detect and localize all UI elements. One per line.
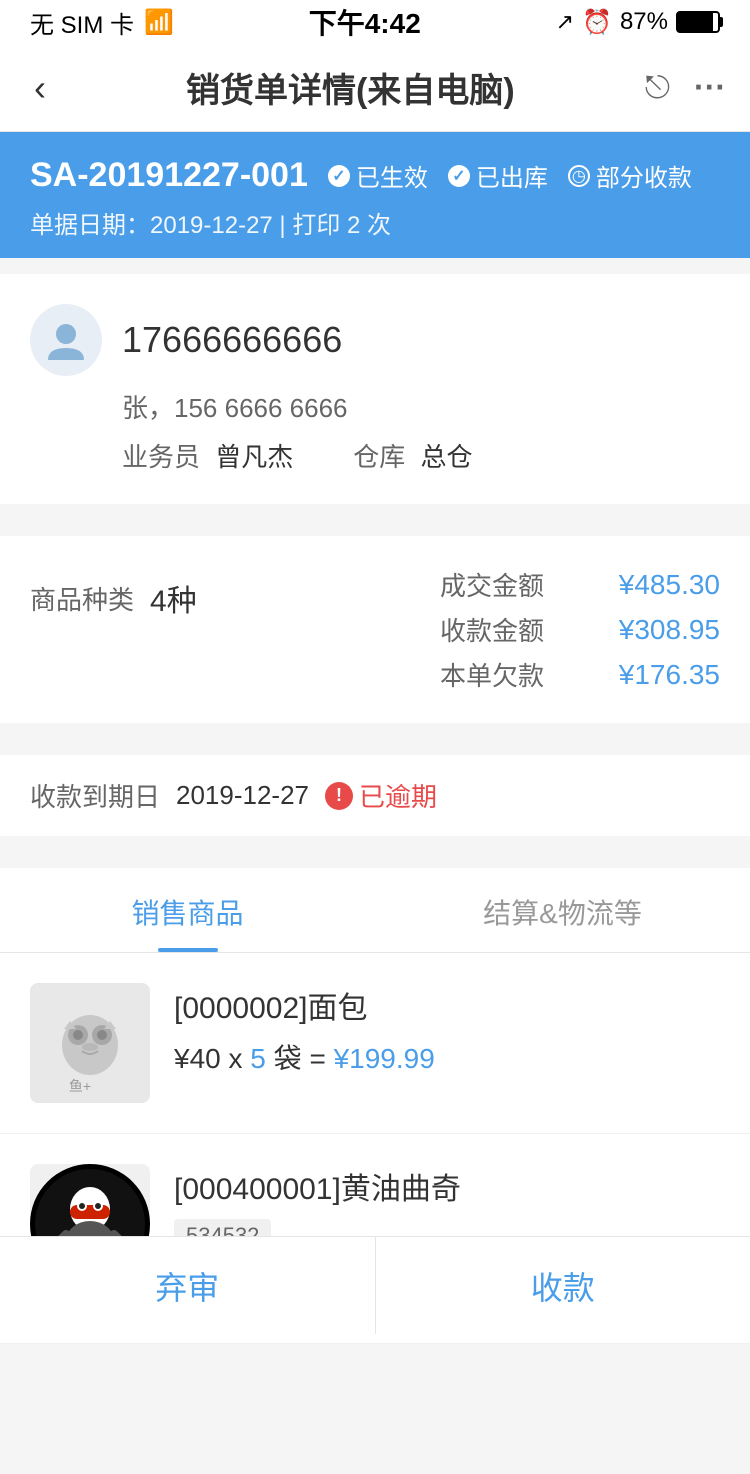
tabs: 销售商品 结算&物流等: [0, 868, 750, 953]
warehouse-label: 仓库: [353, 442, 405, 472]
amount-received: ¥308.95: [619, 614, 720, 646]
tab-sales-products[interactable]: 销售商品: [0, 868, 375, 952]
product-qty-1: 5: [250, 1043, 266, 1074]
bottom-spacer: [0, 1344, 750, 1474]
bottom-bar: 弃审 收款: [0, 1236, 750, 1334]
amount-total: ¥485.30: [619, 569, 720, 601]
order-header-banner: SA-20191227-001 ✓ 已生效 ✓ 已出库 ◷ 部分收款 单据日期：…: [0, 132, 750, 258]
product-total-1: ¥199.99: [334, 1043, 435, 1074]
amount-debt: ¥176.35: [619, 659, 720, 691]
more-button[interactable]: ···: [694, 69, 726, 106]
customer-card: 17666666666 张，156 6666 6666 业务员 曾凡杰 仓库 总…: [0, 274, 750, 504]
separator4: [0, 852, 750, 868]
overdue-icon: !: [325, 782, 353, 810]
customer-phone: 17666666666: [122, 319, 342, 361]
alarm-icon: ⏰: [582, 8, 612, 37]
separator2: [0, 520, 750, 536]
amount-info: 成交金额 ¥485.30 收款金额 ¥308.95 本单欠款 ¥176.35: [440, 566, 720, 693]
page-title: 销货单详情(来自电脑): [56, 63, 645, 112]
separator1: [0, 258, 750, 274]
wifi-icon: 📶: [144, 8, 174, 37]
product-price-1: ¥40 x 5 袋 = ¥199.99: [174, 1037, 720, 1077]
salesperson-label: 业务员: [122, 442, 200, 472]
separator3: [0, 739, 750, 755]
due-date-row: 收款到期日 2019-12-27 ! 已逾期: [0, 755, 750, 836]
salesperson-value: 曾凡杰: [215, 442, 293, 472]
battery-icon: [676, 11, 720, 33]
badge-partial-payment: ◷ 部分收款: [568, 158, 692, 193]
svg-text:鱼+: 鱼+: [69, 1078, 91, 1094]
due-date-value: 2019-12-27: [176, 780, 309, 811]
product-name-2: [000400001]黄油曲奇: [174, 1164, 720, 1208]
cancel-button[interactable]: 弃审: [0, 1237, 376, 1334]
overdue-badge: ! 已逾期: [325, 777, 437, 814]
doc-date: 单据日期：2019-12-27 | 打印 2 次: [30, 205, 720, 240]
summary-card: 商品种类 4种 成交金额 ¥485.30 收款金额 ¥308.95 本单欠款 ¥…: [0, 536, 750, 723]
due-date-label: 收款到期日: [30, 777, 160, 814]
back-button[interactable]: ‹: [24, 57, 56, 119]
nav-icon: ↗: [556, 9, 574, 35]
confirm-button[interactable]: 收款: [376, 1237, 750, 1334]
badge-effected: ✓ 已生效: [328, 158, 428, 193]
status-right: ↗ ⏰ 87%: [556, 8, 720, 37]
status-left: 无 SIM 卡 📶: [30, 5, 174, 40]
product-name-1: [0000002]面包: [174, 983, 720, 1027]
overdue-text: 已逾期: [359, 777, 437, 814]
amount-row-debt: 本单欠款 ¥176.35: [440, 656, 720, 693]
order-id: SA-20191227-001: [30, 156, 308, 195]
share-button[interactable]: ⎋: [645, 69, 670, 107]
amount-row-received: 收款金额 ¥308.95: [440, 611, 720, 648]
product-info-1: [0000002]面包 ¥40 x 5 袋 = ¥199.99: [174, 983, 720, 1077]
table-row: 鱼+ [0000002]面包 ¥40 x 5 袋 = ¥199.99: [0, 953, 750, 1134]
amount-row-total: 成交金额 ¥485.30: [440, 566, 720, 603]
category-value: 4种: [150, 576, 197, 620]
battery-text: 87%: [620, 8, 668, 36]
nav-right-actions: ⎋ ···: [645, 69, 726, 107]
category-label: 商品种类: [30, 580, 134, 617]
category-info: 商品种类 4种: [30, 566, 197, 620]
status-bar: 无 SIM 卡 📶 下午4:42 ↗ ⏰ 87%: [0, 0, 750, 44]
status-time: 下午4:42: [309, 2, 421, 42]
product-thumb-1: 鱼+: [30, 983, 150, 1103]
customer-meta: 业务员 曾凡杰 仓库 总仓: [30, 437, 720, 474]
tab-settlement[interactable]: 结算&物流等: [375, 868, 750, 952]
nav-bar: ‹ 销货单详情(来自电脑) ⎋ ···: [0, 44, 750, 132]
badge-shipped: ✓ 已出库: [448, 158, 548, 193]
warehouse-value: 总仓: [421, 442, 473, 472]
avatar: [30, 304, 102, 376]
customer-contact: 张，156 6666 6666: [30, 388, 720, 425]
carrier-text: 无 SIM 卡: [30, 5, 134, 40]
